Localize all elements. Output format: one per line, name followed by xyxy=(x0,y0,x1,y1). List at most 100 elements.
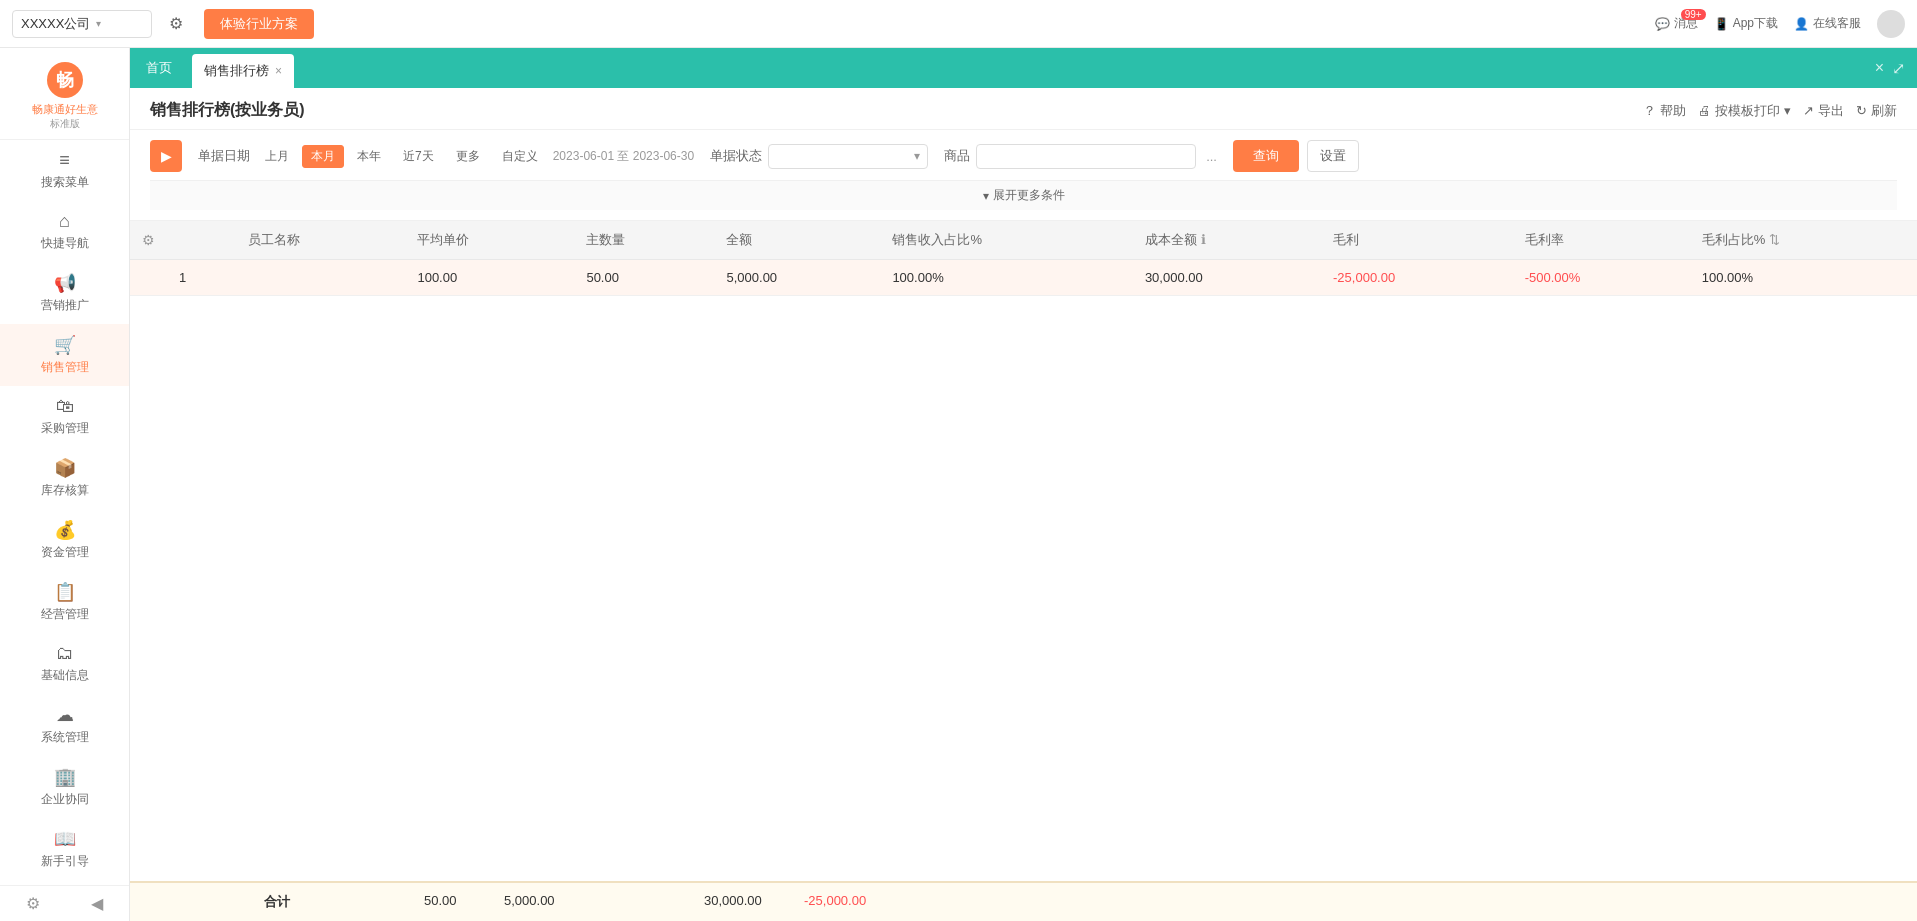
date-tab-current-month[interactable]: 本月 xyxy=(302,145,344,168)
app-download-item[interactable]: 📱 App下载 xyxy=(1714,15,1778,32)
help-label: 帮助 xyxy=(1660,102,1686,120)
sidebar-item-finance[interactable]: 💰 资金管理 xyxy=(0,509,129,571)
inventory-icon: 📦 xyxy=(54,457,76,479)
footer-qty-cell: 50.00 xyxy=(412,893,492,911)
date-tab-prev-month[interactable]: 上月 xyxy=(256,145,298,168)
svg-text:畅: 畅 xyxy=(56,70,74,90)
tab-expand-icon[interactable]: ⤢ xyxy=(1892,59,1905,78)
sidebar-item-basic-info[interactable]: 🗂 基础信息 xyxy=(0,633,129,694)
goods-input[interactable] xyxy=(976,144,1196,169)
sidebar-settings-icon[interactable]: ⚙ xyxy=(26,894,40,913)
logo-icon: 畅 xyxy=(45,60,85,100)
print-button[interactable]: 🖨 按模板打印 ▾ xyxy=(1698,102,1791,120)
col-sales-pct: 销售收入占比% xyxy=(880,221,1133,260)
col-gross-rate: 毛利率 xyxy=(1513,221,1690,260)
tab-sales-rank[interactable]: 销售排行榜 × xyxy=(192,54,294,88)
tab-home[interactable]: 首页 xyxy=(130,48,188,88)
sidebar-item-enterprise[interactable]: 🏢 企业协同 xyxy=(0,756,129,818)
footer-cells: 合计 50.00 5,000.00 30,000.00 -25,000.00 xyxy=(142,893,1905,911)
col-rank xyxy=(167,221,236,260)
online-service-label: 在线客服 xyxy=(1813,15,1861,32)
sidebar-item-label: 营销推广 xyxy=(41,297,89,314)
tab-bar: 首页 销售排行榜 × × ⤢ xyxy=(130,48,1917,88)
sidebar-item-label: 采购管理 xyxy=(41,420,89,437)
query-button[interactable]: 查询 xyxy=(1233,140,1299,172)
chevron-down-icon: ▾ xyxy=(96,18,101,29)
goods-filter-label: 商品 xyxy=(944,147,970,165)
goods-filter-item: 商品 ... xyxy=(944,144,1217,169)
table-gear-icon[interactable]: ⚙ xyxy=(142,232,155,248)
cell-qty: 50.00 xyxy=(574,260,714,296)
sidebar-item-system[interactable]: ☁ 系统管理 xyxy=(0,694,129,756)
sidebar-item-label: 资金管理 xyxy=(41,544,89,561)
sidebar-item-inventory[interactable]: 📦 库存核算 xyxy=(0,447,129,509)
sidebar-item-guide[interactable]: 📖 新手引导 xyxy=(0,818,129,880)
status-select[interactable] xyxy=(768,144,928,169)
tab-sales-rank-label: 销售排行榜 xyxy=(204,62,269,80)
system-icon: ☁ xyxy=(56,704,74,726)
export-button[interactable]: ↗ 导出 xyxy=(1803,102,1844,120)
date-tab-custom[interactable]: 自定义 xyxy=(493,145,547,168)
footer-settings-cell xyxy=(142,893,222,911)
cell-name xyxy=(236,260,405,296)
cell-gross-pct: 100.00% xyxy=(1690,260,1917,296)
company-selector[interactable]: XXXXX公司 ▾ xyxy=(12,10,152,38)
status-select-wrapper[interactable] xyxy=(768,144,928,169)
sidebar-item-quick-nav[interactable]: ⌂ 快捷导航 xyxy=(0,201,129,262)
expand-icon: ▾ xyxy=(983,189,989,203)
footer-avg-cell xyxy=(332,893,412,911)
tab-close-window-icon[interactable]: × xyxy=(1875,59,1884,77)
sidebar-item-search-order[interactable]: ≡ 搜索菜单 xyxy=(0,140,129,201)
guide-icon: 📖 xyxy=(54,828,76,850)
sales-icon: 🛒 xyxy=(54,334,76,356)
table-footer: 合计 50.00 5,000.00 30,000.00 -25,000.00 xyxy=(130,881,1917,921)
app-icon: 📱 xyxy=(1714,17,1729,31)
settings-icon-btn[interactable]: ⚙ xyxy=(160,8,192,40)
date-tabs: 上月 本月 本年 近7天 更多 自定义 xyxy=(256,145,547,168)
print-label: 按模板打印 xyxy=(1715,102,1780,120)
sidebar-collapse-icon[interactable]: ◀ xyxy=(91,894,103,913)
filter-row: ▶ 单据日期 上月 本月 本年 近7天 更多 自定义 2023-0 xyxy=(150,140,1897,172)
filter-settings-button[interactable]: 设置 xyxy=(1307,140,1359,172)
help-button[interactable]: ？ 帮助 xyxy=(1643,102,1686,120)
sidebar-item-marketing[interactable]: 📢 营销推广 xyxy=(0,262,129,324)
sidebar-item-label: 基础信息 xyxy=(41,667,89,684)
basic-info-icon: 🗂 xyxy=(56,643,74,664)
gross-sort-icon[interactable]: ⇅ xyxy=(1769,232,1780,247)
cell-settings xyxy=(130,260,167,296)
col-settings[interactable]: ⚙ xyxy=(130,221,167,260)
expand-more-btn[interactable]: ▾ 展开更多条件 xyxy=(150,180,1897,210)
sidebar-item-operations[interactable]: 📋 经营管理 xyxy=(0,571,129,633)
trial-button[interactable]: 体验行业方案 xyxy=(204,9,314,39)
date-tab-7days[interactable]: 近7天 xyxy=(394,145,443,168)
sidebar-item-purchase[interactable]: 🛍 采购管理 xyxy=(0,386,129,447)
goods-more-icon[interactable]: ... xyxy=(1206,149,1217,164)
footer-rank-cell xyxy=(222,893,252,911)
sidebar-item-label: 企业协同 xyxy=(41,791,89,808)
sidebar-item-sales[interactable]: 🛒 销售管理 xyxy=(0,324,129,386)
footer-label-cell: 合计 xyxy=(252,893,332,911)
tab-close-icon[interactable]: × xyxy=(275,64,282,78)
col-gross: 毛利 xyxy=(1321,221,1513,260)
sidebar-item-label: 系统管理 xyxy=(41,729,89,746)
sidebar-item-label: 销售管理 xyxy=(41,359,89,376)
date-tab-current-year[interactable]: 本年 xyxy=(348,145,390,168)
user-avatar[interactable] xyxy=(1877,10,1905,38)
refresh-button[interactable]: ↻ 刷新 xyxy=(1856,102,1897,120)
top-right-area: 💬 消息 99+ 📱 App下载 👤 在线客服 xyxy=(1655,10,1905,38)
table-container: ⚙ 员工名称 平均单价 主数量 全额 销售收入占比% 成本全额 ℹ xyxy=(130,221,1917,881)
cost-info-icon[interactable]: ℹ xyxy=(1201,232,1206,247)
date-filter-label: 单据日期 xyxy=(198,147,250,165)
message-icon-item[interactable]: 💬 消息 99+ xyxy=(1655,15,1698,32)
sidebar-item-label: 库存核算 xyxy=(41,482,89,499)
footer-gross-cell: -25,000.00 xyxy=(792,893,892,911)
footer-cost-cell: 30,000.00 xyxy=(692,893,792,911)
filter-toggle-btn[interactable]: ▶ xyxy=(150,140,182,172)
export-label: 导出 xyxy=(1818,102,1844,120)
company-name: XXXXX公司 xyxy=(21,15,90,33)
date-tab-more[interactable]: 更多 xyxy=(447,145,489,168)
filter-actions: 查询 设置 xyxy=(1233,140,1359,172)
status-filter-label: 单据状态 xyxy=(710,147,762,165)
sidebar-menu: ≡ 搜索菜单 ⌂ 快捷导航 📢 营销推广 🛒 销售管理 🛍 采购管理 xyxy=(0,140,129,885)
online-service-item[interactable]: 👤 在线客服 xyxy=(1794,15,1861,32)
